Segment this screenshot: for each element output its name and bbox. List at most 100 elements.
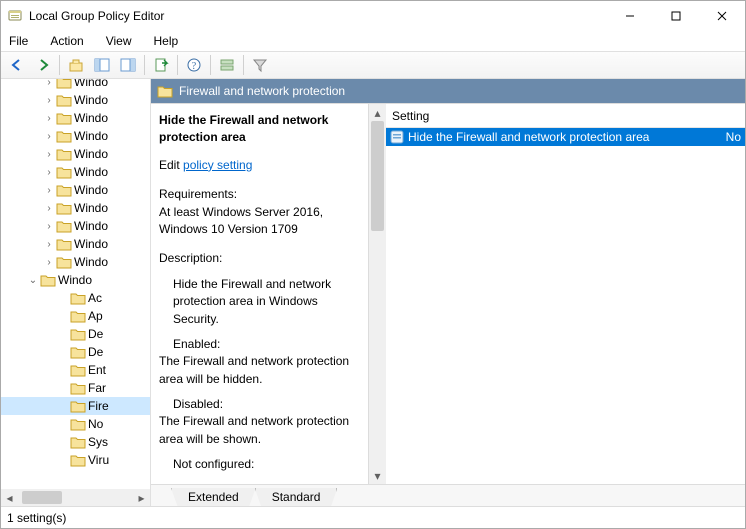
tree-node-label: Windo: [74, 219, 108, 233]
tree-node[interactable]: ›Windo: [1, 181, 150, 199]
expand-icon[interactable]: ›: [42, 185, 56, 196]
tree-node[interactable]: Sys: [1, 433, 150, 451]
scroll-left-icon[interactable]: ◂: [1, 489, 18, 506]
folder-icon: [56, 220, 72, 233]
expand-icon[interactable]: ›: [42, 167, 56, 178]
back-button[interactable]: [5, 54, 29, 76]
collapse-icon[interactable]: ⌄: [26, 275, 40, 286]
app-window: Local Group Policy Editor File Action Vi…: [0, 0, 746, 529]
all-settings-button[interactable]: [215, 54, 239, 76]
close-button[interactable]: [699, 1, 745, 31]
tree-node-label: Sys: [88, 435, 108, 449]
menu-file[interactable]: File: [5, 33, 32, 49]
scroll-down-icon[interactable]: ▾: [369, 467, 386, 484]
folder-icon: [70, 328, 86, 341]
tree-node[interactable]: No: [1, 415, 150, 433]
folder-icon: [70, 292, 86, 305]
expand-icon[interactable]: ›: [42, 203, 56, 214]
expand-icon[interactable]: ›: [42, 79, 56, 88]
tab-extended[interactable]: Extended: [171, 488, 256, 506]
menu-help[interactable]: Help: [150, 33, 183, 49]
expand-icon[interactable]: ›: [42, 221, 56, 232]
window-controls: [607, 1, 745, 31]
tree-node[interactable]: ›Windo: [1, 127, 150, 145]
folder-icon: [56, 112, 72, 125]
enabled-text: The Firewall and network protection area…: [159, 353, 358, 388]
folder-icon: [157, 85, 173, 98]
tree-horizontal-scrollbar[interactable]: ◂ ▸: [1, 489, 150, 506]
tree-node[interactable]: Ac: [1, 289, 150, 307]
policy-tree[interactable]: ›Windo›Windo›Windo›Windo›Windo›Windo›Win…: [1, 79, 150, 469]
tree-node[interactable]: ›Windo: [1, 91, 150, 109]
maximize-button[interactable]: [653, 1, 699, 31]
tree-node[interactable]: › Windo: [1, 253, 150, 271]
list-row[interactable]: Hide the Firewall and network protection…: [386, 128, 745, 146]
tree-node[interactable]: De: [1, 325, 150, 343]
tree-node[interactable]: › Windo: [1, 217, 150, 235]
folder-icon: [70, 310, 86, 323]
tree-node-label: Windo: [74, 255, 108, 269]
tree-node[interactable]: ›Windo: [1, 199, 150, 217]
up-one-level-button[interactable]: [64, 54, 88, 76]
tree-node[interactable]: Ent: [1, 361, 150, 379]
forward-button[interactable]: [31, 54, 55, 76]
folder-icon: [70, 364, 86, 377]
tree-node[interactable]: Far: [1, 379, 150, 397]
titlebar: Local Group Policy Editor: [1, 1, 745, 31]
description-label: Description:: [159, 250, 358, 267]
tree-node-label: Viru: [88, 453, 109, 467]
tree-node[interactable]: Fire: [1, 397, 150, 415]
expand-icon[interactable]: ›: [42, 239, 56, 250]
expand-icon[interactable]: ›: [42, 95, 56, 106]
settings-list-pane: Setting Hide the Firewall and network pr…: [386, 104, 745, 484]
scrollbar-thumb[interactable]: [22, 491, 62, 504]
tree-node[interactable]: Ap: [1, 307, 150, 325]
expand-icon[interactable]: ›: [42, 257, 56, 268]
tree-node[interactable]: ›Windo: [1, 235, 150, 253]
folder-icon: [70, 382, 86, 395]
tree-node[interactable]: Viru: [1, 451, 150, 469]
filter-button[interactable]: [248, 54, 272, 76]
tree-node[interactable]: De: [1, 343, 150, 361]
policy-title: Hide the Firewall and network protection…: [159, 112, 358, 147]
tree-node[interactable]: ›Windo: [1, 79, 150, 91]
setting-icon: [390, 130, 404, 144]
main-body: ›Windo›Windo›Windo›Windo›Windo›Windo›Win…: [1, 79, 745, 506]
scroll-right-icon[interactable]: ▸: [133, 489, 150, 506]
tree-node-label: Ac: [88, 291, 102, 305]
folder-icon: [70, 400, 86, 413]
settings-list[interactable]: Hide the Firewall and network protection…: [386, 128, 745, 484]
scroll-up-icon[interactable]: ▴: [369, 104, 386, 121]
edit-policy-link[interactable]: policy setting: [183, 158, 252, 172]
menu-action[interactable]: Action: [46, 33, 87, 49]
export-list-button[interactable]: [149, 54, 173, 76]
expand-icon[interactable]: ›: [42, 149, 56, 160]
help-button[interactable]: ?: [182, 54, 206, 76]
minimize-button[interactable]: [607, 1, 653, 31]
folder-icon: [70, 454, 86, 467]
folder-icon: [56, 238, 72, 251]
tree-node[interactable]: › Windo: [1, 145, 150, 163]
menubar: File Action View Help: [1, 31, 745, 51]
tree-node[interactable]: ›Windo: [1, 163, 150, 181]
tree-node-label: Windo: [74, 147, 108, 161]
tree-node[interactable]: ›Windo: [1, 109, 150, 127]
menu-view[interactable]: View: [102, 33, 136, 49]
folder-icon: [70, 418, 86, 431]
description-intro: Hide the Firewall and network protection…: [173, 276, 358, 328]
show-hide-console-tree-button[interactable]: [90, 54, 114, 76]
tree-node-label: De: [88, 327, 103, 341]
expand-icon[interactable]: ›: [42, 113, 56, 124]
tab-standard[interactable]: Standard: [255, 488, 338, 506]
show-hide-action-pane-button[interactable]: [116, 54, 140, 76]
column-setting[interactable]: Setting: [386, 109, 745, 123]
tree-node[interactable]: ⌄Windo: [1, 271, 150, 289]
expand-icon[interactable]: ›: [42, 131, 56, 142]
scrollbar-thumb[interactable]: [371, 121, 384, 231]
app-icon: [7, 8, 23, 24]
window-title: Local Group Policy Editor: [29, 9, 164, 23]
detail-pane: Hide the Firewall and network protection…: [151, 104, 369, 484]
folder-icon: [40, 274, 56, 287]
detail-vertical-scrollbar[interactable]: ▴ ▾: [369, 104, 386, 484]
folder-icon: [56, 256, 72, 269]
